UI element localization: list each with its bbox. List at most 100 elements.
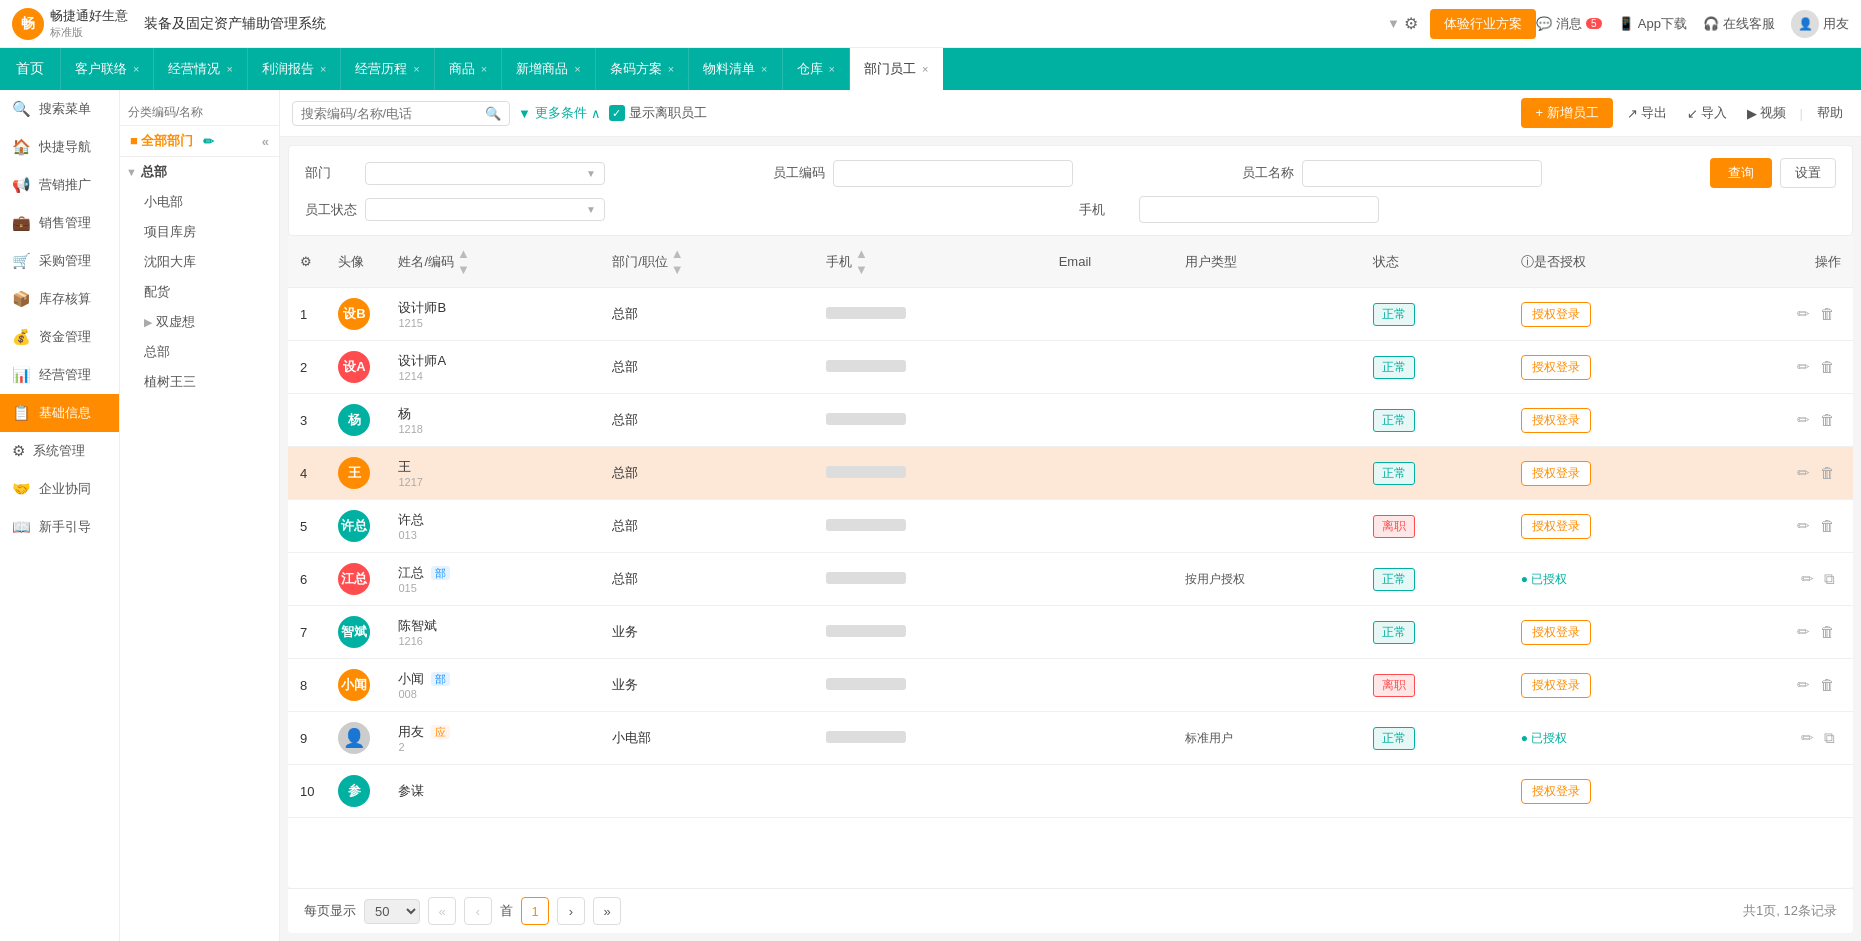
- emp-status-select[interactable]: ▼: [365, 198, 605, 221]
- copy-button[interactable]: ⧉: [1824, 729, 1835, 746]
- auth-button[interactable]: 授权登录: [1521, 779, 1591, 804]
- tab-bom[interactable]: 物料清单 ×: [689, 48, 782, 90]
- last-page-button[interactable]: »: [593, 897, 621, 925]
- col-name-code[interactable]: 姓名/编码 ▲▼: [386, 236, 600, 288]
- edit-button[interactable]: ✏: [1801, 729, 1814, 746]
- page-label: 首: [500, 902, 513, 920]
- edit-button[interactable]: ✏: [1801, 570, 1814, 587]
- tab-customer[interactable]: 客户联络 ×: [61, 48, 154, 90]
- sidebar-item-inventory[interactable]: 📦 库存核算: [0, 280, 119, 318]
- dept-edit-icon[interactable]: ✏: [203, 134, 214, 149]
- help-button[interactable]: 帮助: [1811, 100, 1849, 126]
- tab-business[interactable]: 经营情况 ×: [154, 48, 247, 90]
- tab-new-goods[interactable]: 新增商品 ×: [502, 48, 595, 90]
- sidebar-item-finance[interactable]: 💰 资金管理: [0, 318, 119, 356]
- edit-button[interactable]: ✏: [1797, 676, 1810, 693]
- delete-button[interactable]: 🗑: [1820, 305, 1835, 322]
- prev-page-button[interactable]: ‹: [464, 897, 492, 925]
- reset-button[interactable]: 设置: [1780, 158, 1836, 188]
- sidebar-item-search[interactable]: 🔍 搜索菜单: [0, 90, 119, 128]
- dept-item-zhishu[interactable]: 植树王三: [120, 367, 279, 397]
- trial-button[interactable]: 体验行业方案: [1430, 9, 1536, 39]
- auth-button[interactable]: 授权登录: [1521, 355, 1591, 380]
- col-phone[interactable]: 手机 ▲▼: [814, 236, 1047, 288]
- tab-warehouse[interactable]: 仓库 ×: [783, 48, 850, 90]
- tab-barcode[interactable]: 条码方案 ×: [596, 48, 689, 90]
- table-row: 10 参 参谋: [288, 765, 1853, 818]
- auth-button[interactable]: 授权登录: [1521, 461, 1591, 486]
- export-button[interactable]: ↗ 导出: [1621, 100, 1673, 126]
- delete-button[interactable]: 🗑: [1820, 411, 1835, 428]
- edit-button[interactable]: ✏: [1797, 305, 1810, 322]
- auth-button[interactable]: 授权登录: [1521, 673, 1591, 698]
- sidebar-item-sales[interactable]: 💼 销售管理: [0, 204, 119, 242]
- col-settings[interactable]: ⚙: [288, 236, 326, 288]
- phone-input[interactable]: [1139, 196, 1379, 223]
- sidebar-item-basic[interactable]: 📋 基础信息: [0, 394, 119, 432]
- tab-journey[interactable]: 经营历程 ×: [341, 48, 434, 90]
- first-page-button[interactable]: «: [428, 897, 456, 925]
- delete-button[interactable]: 🗑: [1820, 517, 1835, 534]
- copy-button[interactable]: ⧉: [1824, 570, 1835, 587]
- tab-profit[interactable]: 利润报告 ×: [248, 48, 341, 90]
- col-dept-position[interactable]: 部门/职位 ▲▼: [600, 236, 814, 288]
- row-name-code: 设计师B 1215: [386, 288, 600, 341]
- video-button[interactable]: ▶ 视频: [1741, 100, 1792, 126]
- emp-name-input[interactable]: [1302, 160, 1542, 187]
- add-employee-button[interactable]: + 新增员工: [1521, 98, 1612, 128]
- auth-button[interactable]: 授权登录: [1521, 408, 1591, 433]
- online-service-button[interactable]: 🎧 在线客服: [1703, 15, 1775, 33]
- tab-goods[interactable]: 商品 ×: [435, 48, 502, 90]
- tab-home[interactable]: 首页: [0, 48, 61, 90]
- show-all-checkbox[interactable]: ✓ 显示离职员工: [609, 104, 707, 122]
- search-icon[interactable]: 🔍: [485, 106, 501, 121]
- delete-button[interactable]: 🗑: [1820, 358, 1835, 375]
- auth-button[interactable]: 授权登录: [1521, 620, 1591, 645]
- search-input[interactable]: [301, 106, 481, 121]
- dept-item-zongbu[interactable]: 总部: [120, 337, 279, 367]
- dept-collapse-icon[interactable]: «: [262, 134, 269, 149]
- dept-item-peihuo[interactable]: 配货: [120, 277, 279, 307]
- basic-icon: 📋: [12, 404, 31, 422]
- auth-button[interactable]: 授权登录: [1521, 302, 1591, 327]
- filter-caret: ∧: [591, 106, 601, 121]
- sidebar-item-purchase[interactable]: 🛒 采购管理: [0, 242, 119, 280]
- edit-button[interactable]: ✏: [1797, 517, 1810, 534]
- delete-button[interactable]: 🗑: [1820, 464, 1835, 481]
- sidebar-item-operations[interactable]: 📊 经营管理: [0, 356, 119, 394]
- sidebar-item-marketing[interactable]: 📢 营销推广: [0, 166, 119, 204]
- table-header-row: ⚙ 头像 姓名/编码 ▲▼ 部门/职位: [288, 236, 1853, 288]
- dept-item-shuangxu[interactable]: ▶双虚想: [120, 307, 279, 337]
- dept-select[interactable]: ▼: [365, 162, 605, 185]
- query-button[interactable]: 查询: [1710, 158, 1772, 188]
- auth-button[interactable]: 授权登录: [1521, 514, 1591, 539]
- dept-item-xiaodian[interactable]: 小电部: [120, 187, 279, 217]
- dept-item-xiangmu[interactable]: 项目库房: [120, 217, 279, 247]
- dropdown-arrow-icon[interactable]: ▼: [1387, 16, 1400, 31]
- sidebar-label-purchase: 采购管理: [39, 252, 91, 270]
- dept-item-shenyang[interactable]: 沈阳大库: [120, 247, 279, 277]
- delete-button[interactable]: 🗑: [1820, 676, 1835, 693]
- emp-code-input[interactable]: [833, 160, 1073, 187]
- app-download-button[interactable]: 📱 App下载: [1618, 15, 1687, 33]
- msg-button[interactable]: 💬 消息 5: [1536, 15, 1602, 33]
- user-area[interactable]: 👤 用友: [1791, 10, 1849, 38]
- page-size-select[interactable]: 50 100 200: [364, 899, 420, 924]
- sidebar-item-nav[interactable]: 🏠 快捷导航: [0, 128, 119, 166]
- sidebar-item-guide[interactable]: 📖 新手引导: [0, 508, 119, 546]
- settings-icon[interactable]: ⚙: [1404, 14, 1418, 33]
- sidebar-item-collab[interactable]: 🤝 企业协同: [0, 470, 119, 508]
- edit-button[interactable]: ✏: [1797, 358, 1810, 375]
- dept-item-zongbu-group[interactable]: ▼总部: [120, 157, 279, 187]
- edit-button[interactable]: ✏: [1797, 623, 1810, 640]
- next-page-button[interactable]: ›: [557, 897, 585, 925]
- sidebar-item-system[interactable]: ⚙ 系统管理: [0, 432, 119, 470]
- tab-dept-employee[interactable]: 部门员工 ×: [850, 48, 943, 90]
- more-filter-button[interactable]: ▼ 更多条件 ∧: [518, 104, 601, 122]
- delete-button[interactable]: 🗑: [1820, 623, 1835, 640]
- dept-tree-header[interactable]: ■ 全部部门 ✏ «: [120, 126, 279, 157]
- edit-button[interactable]: ✏: [1797, 464, 1810, 481]
- dept-search-input[interactable]: [128, 105, 278, 119]
- import-button[interactable]: ↙ 导入: [1681, 100, 1733, 126]
- edit-button[interactable]: ✏: [1797, 411, 1810, 428]
